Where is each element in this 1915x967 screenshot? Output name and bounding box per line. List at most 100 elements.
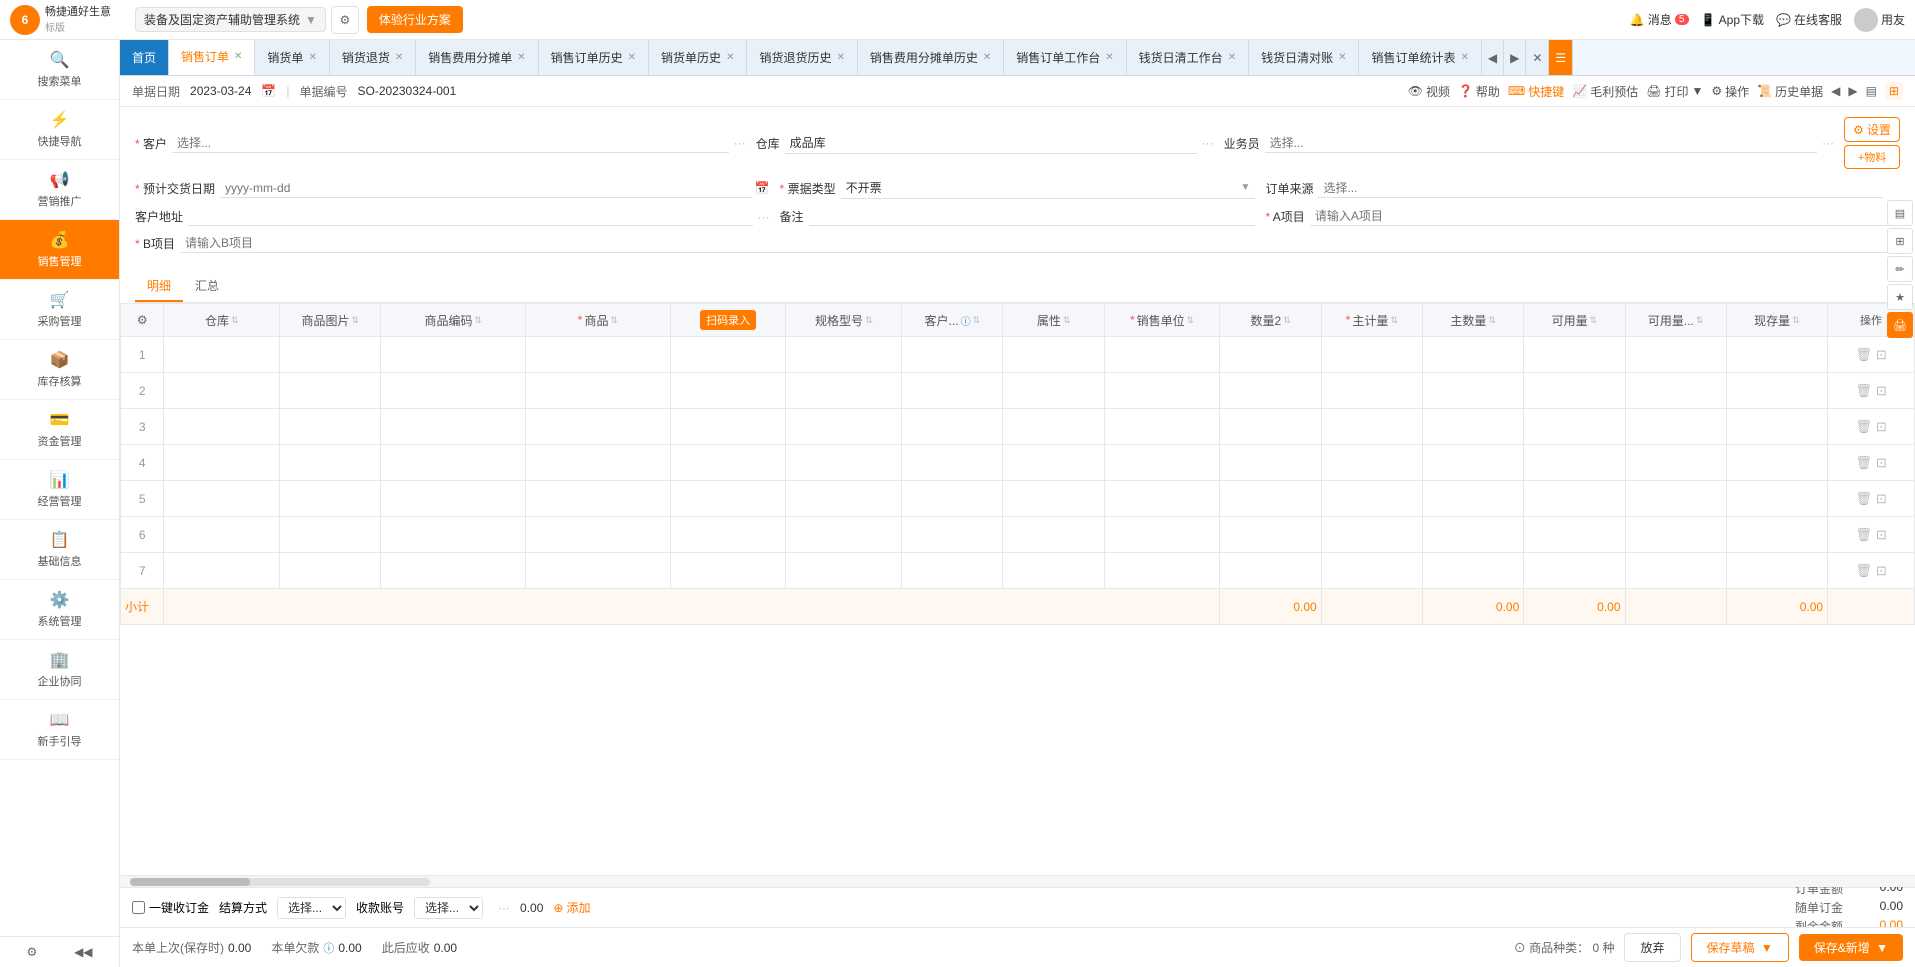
tab-close-return-history[interactable]: ✕ bbox=[726, 52, 734, 63]
user-menu[interactable]: 用友 bbox=[1854, 8, 1905, 32]
tab-detail[interactable]: 明细 bbox=[135, 271, 183, 302]
notification-btn[interactable]: 🔔 消息 5 bbox=[1630, 11, 1689, 28]
help-btn[interactable]: ❓ 帮助 bbox=[1458, 83, 1500, 100]
customer-input[interactable] bbox=[172, 134, 729, 153]
th-product-image[interactable]: 商品图片⇅ bbox=[280, 304, 381, 337]
th-scan[interactable]: 扫码录入 bbox=[670, 304, 786, 337]
sidebar-item-marketing[interactable]: 📢 营销推广 bbox=[0, 160, 119, 220]
sidebar-item-sales[interactable]: 💰 销售管理 bbox=[0, 220, 119, 280]
nav-next-btn[interactable]: ▶ bbox=[1848, 84, 1857, 98]
print-btn[interactable]: 🖨 打印 ▼ bbox=[1646, 83, 1703, 100]
tab-summary[interactable]: 汇总 bbox=[183, 271, 231, 302]
row-copy-btn[interactable]: ⊡ bbox=[1876, 347, 1887, 363]
tab-close-expense-history[interactable]: ✕ bbox=[983, 52, 991, 63]
scan-btn[interactable]: 扫码录入 bbox=[700, 310, 756, 330]
th-quantity2[interactable]: 数量2⇅ bbox=[1220, 304, 1321, 337]
system-selector[interactable]: 装备及固定资产辅助管理系统 ▼ bbox=[135, 7, 326, 32]
tab-sales-summary[interactable]: 销售订单统计表 ✕ bbox=[1359, 40, 1481, 76]
th-product[interactable]: *商品⇅ bbox=[526, 304, 671, 337]
tab-close-refund-history[interactable]: ✕ bbox=[836, 52, 844, 63]
warehouse-more-icon[interactable]: ··· bbox=[1202, 136, 1214, 150]
discard-btn[interactable]: 放弃 bbox=[1624, 933, 1680, 962]
row-delete-btn[interactable]: 🗑 bbox=[1855, 527, 1872, 543]
row-delete-btn[interactable]: 🗑 bbox=[1855, 419, 1872, 435]
online-service-btn[interactable]: 💬 在线客服 bbox=[1776, 11, 1842, 28]
account-more-icon[interactable]: ··· bbox=[498, 901, 510, 915]
sidebar-item-operations[interactable]: 📊 经营管理 bbox=[0, 460, 119, 520]
delivery-input[interactable] bbox=[220, 179, 752, 198]
th-settings[interactable]: ⚙ bbox=[121, 304, 164, 337]
current-due-info-icon[interactable]: ⓘ bbox=[323, 940, 334, 956]
right-float-btn-5[interactable]: 🖨 bbox=[1887, 312, 1913, 338]
row-copy-btn[interactable]: ⊡ bbox=[1876, 383, 1887, 399]
save-draft-btn[interactable]: 保存草稿 ▼ bbox=[1691, 933, 1789, 962]
row-copy-btn[interactable]: ⊡ bbox=[1876, 527, 1887, 543]
tab-sales-return-history[interactable]: 销货单历史 ✕ bbox=[649, 40, 747, 76]
sidebar-collapse-icon[interactable]: ◀◀ bbox=[74, 945, 92, 959]
warehouse-select[interactable]: 成品库 bbox=[785, 132, 1197, 154]
grid-view-btn[interactable]: ▤ bbox=[1866, 84, 1877, 98]
tab-nav-prev[interactable]: ◀ bbox=[1482, 40, 1504, 76]
payment-method-select[interactable]: 选择... bbox=[277, 897, 346, 919]
nav-prev-btn[interactable]: ◀ bbox=[1831, 84, 1840, 98]
a-project-input[interactable] bbox=[1310, 207, 1900, 226]
tab-close-sales-return[interactable]: ✕ bbox=[308, 52, 316, 63]
sidebar-item-finance[interactable]: 💳 资金管理 bbox=[0, 400, 119, 460]
th-warehouse[interactable]: 仓库⇅ bbox=[164, 304, 280, 337]
tab-sales-return[interactable]: 销货单 ✕ bbox=[255, 40, 329, 76]
setting-btn[interactable]: ⚙ 设置 bbox=[1844, 117, 1900, 142]
th-available[interactable]: 可用量⇅ bbox=[1524, 304, 1625, 337]
th-unit[interactable]: *主计量⇅ bbox=[1321, 304, 1422, 337]
delivery-calendar-icon[interactable]: 📅 bbox=[755, 181, 770, 195]
right-float-btn-4[interactable]: ★ bbox=[1887, 284, 1913, 310]
tab-sales-refund-history[interactable]: 销货退货历史 ✕ bbox=[747, 40, 857, 76]
sidebar-item-inventory[interactable]: 📦 库存核算 bbox=[0, 340, 119, 400]
tab-order-workbench[interactable]: 销售订单工作台 ✕ bbox=[1004, 40, 1126, 76]
th-main-qty[interactable]: 主数量⇅ bbox=[1423, 304, 1524, 337]
sidebar-item-enterprise[interactable]: 🏢 企业协同 bbox=[0, 640, 119, 700]
sidebar-item-quick-nav[interactable]: ⚡ 快捷导航 bbox=[0, 100, 119, 160]
tab-close-credit-daily[interactable]: ✕ bbox=[1228, 52, 1236, 63]
profit-btn[interactable]: 📈 毛利预估 bbox=[1572, 83, 1638, 100]
row-delete-btn[interactable]: 🗑 bbox=[1855, 383, 1872, 399]
tab-close-sales-order[interactable]: ✕ bbox=[234, 51, 242, 62]
tab-close-credit-reconcile[interactable]: ✕ bbox=[1338, 52, 1346, 63]
sidebar-settings-icon[interactable]: ⚙ bbox=[26, 945, 37, 959]
tab-sales-order[interactable]: 销售订单 ✕ bbox=[169, 40, 255, 76]
row-delete-btn[interactable]: 🗑 bbox=[1855, 455, 1872, 471]
tab-sales-expense-split[interactable]: 销售费用分摊单 ✕ bbox=[416, 40, 538, 76]
tab-close-order-history[interactable]: ✕ bbox=[628, 52, 636, 63]
row-copy-btn[interactable]: ⊡ bbox=[1876, 563, 1887, 579]
sidebar-item-base-info[interactable]: 📋 基础信息 bbox=[0, 520, 119, 580]
tab-close-sales-refund[interactable]: ✕ bbox=[395, 52, 403, 63]
tab-credit-reconcile[interactable]: 钱货日清对账 ✕ bbox=[1249, 40, 1359, 76]
right-float-btn-3[interactable]: ✏ bbox=[1887, 256, 1913, 282]
row-delete-btn[interactable]: 🗑 bbox=[1855, 563, 1872, 579]
row-copy-btn[interactable]: ⊡ bbox=[1876, 455, 1887, 471]
row-copy-btn[interactable]: ⊡ bbox=[1876, 419, 1887, 435]
sidebar-item-purchase[interactable]: 🛒 采购管理 bbox=[0, 280, 119, 340]
order-source-input[interactable] bbox=[1318, 179, 1883, 198]
salesperson-input[interactable] bbox=[1265, 134, 1818, 153]
row-copy-btn[interactable]: ⊡ bbox=[1876, 491, 1887, 507]
calendar-icon[interactable]: 📅 bbox=[261, 84, 276, 98]
remark-input[interactable] bbox=[809, 207, 1256, 226]
address-input[interactable] bbox=[188, 207, 753, 226]
history-btn[interactable]: 📜 历史单据 bbox=[1757, 83, 1823, 100]
th-available2[interactable]: 可用量...⇅ bbox=[1625, 304, 1726, 337]
tab-sales-refund[interactable]: 销货退货 ✕ bbox=[330, 40, 416, 76]
tab-home[interactable]: 首页 bbox=[120, 40, 169, 76]
app-download-btn[interactable]: 📱 App下载 bbox=[1701, 11, 1764, 28]
th-sales-unit[interactable]: *销售单位⇅ bbox=[1104, 304, 1220, 337]
quick-receipt-check[interactable] bbox=[132, 901, 145, 914]
address-more-icon[interactable]: ··· bbox=[758, 210, 770, 224]
row-delete-btn[interactable]: 🗑 bbox=[1855, 491, 1872, 507]
sidebar-item-guide[interactable]: 📖 新手引导 bbox=[0, 700, 119, 760]
b-project-input[interactable] bbox=[180, 234, 1900, 253]
tab-sales-order-history[interactable]: 销售订单历史 ✕ bbox=[539, 40, 649, 76]
customer-more-icon[interactable]: ··· bbox=[734, 136, 746, 150]
invoice-select[interactable]: 不开票 ▼ bbox=[841, 177, 1256, 199]
th-customer-code[interactable]: 客户...ⓘ⇅ bbox=[902, 304, 1003, 337]
card-view-btn[interactable]: ⊞ bbox=[1885, 82, 1903, 100]
right-float-btn-2[interactable]: ⊞ bbox=[1887, 228, 1913, 254]
